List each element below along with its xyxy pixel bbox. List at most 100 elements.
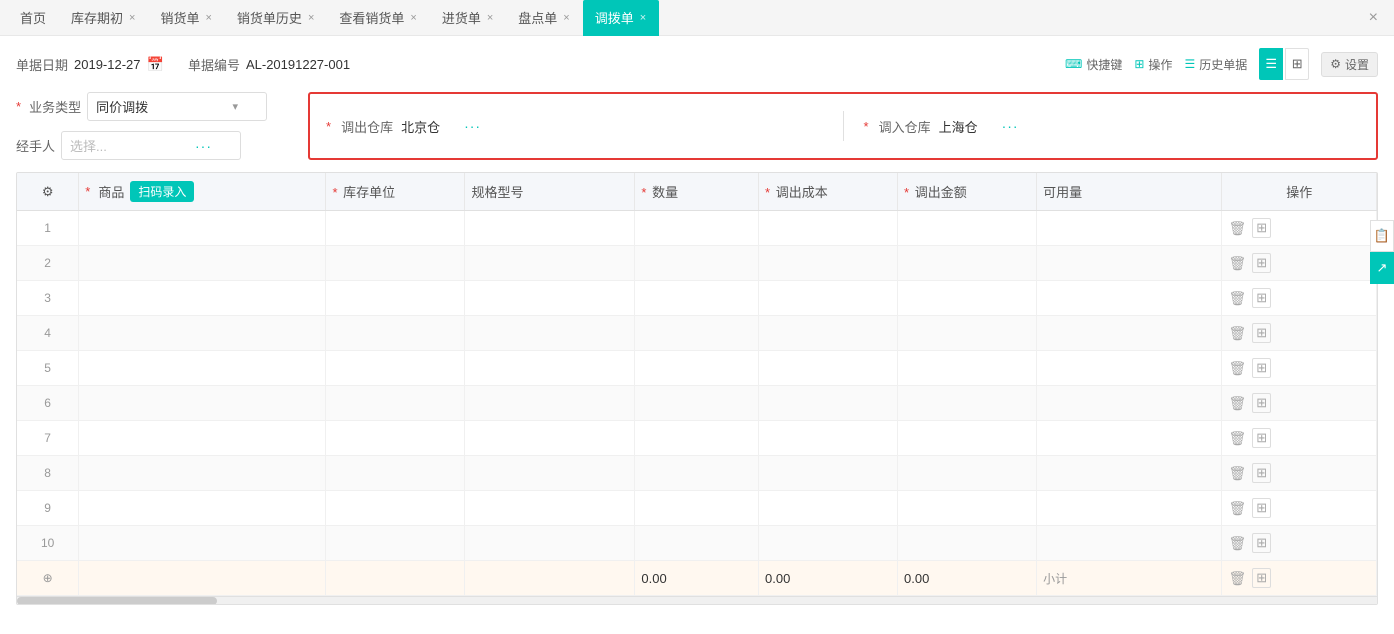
history-button[interactable]: ☰ 历史单据 xyxy=(1184,56,1247,73)
tab-home[interactable]: 首页 xyxy=(8,0,59,36)
external-float-button[interactable]: ↗ xyxy=(1370,252,1394,284)
delete-icon[interactable]: 🗑 xyxy=(1228,570,1246,587)
delete-icon[interactable]: 🗑 xyxy=(1228,535,1246,552)
row-product-6[interactable] xyxy=(79,386,326,421)
row-quantity-9[interactable] xyxy=(635,491,759,526)
tab-transfer[interactable]: 调拨单 × xyxy=(583,0,659,36)
copy-row-icon[interactable]: ⊞ xyxy=(1252,428,1271,448)
row-product-5[interactable] xyxy=(79,351,326,386)
row-cost-8[interactable] xyxy=(759,456,898,491)
tab-sales-history-close[interactable]: × xyxy=(308,12,314,24)
business-select[interactable]: 同价调拨 ▾ xyxy=(87,92,267,121)
row-amount-10[interactable] xyxy=(898,526,1037,561)
layout-grid-button[interactable]: ⊞ xyxy=(1285,48,1309,80)
delete-icon[interactable]: 🗑 xyxy=(1228,290,1246,307)
row-cost-4[interactable] xyxy=(759,316,898,351)
row-quantity-4[interactable] xyxy=(635,316,759,351)
row-product-7[interactable] xyxy=(79,421,326,456)
row-product-10[interactable] xyxy=(79,526,326,561)
copy-row-icon[interactable]: ⊞ xyxy=(1252,568,1271,588)
row-cost-5[interactable] xyxy=(759,351,898,386)
row-amount-11[interactable]: 0.00 xyxy=(898,561,1037,596)
row-quantity-1[interactable] xyxy=(635,211,759,246)
copy-row-icon[interactable]: ⊞ xyxy=(1252,463,1271,483)
row-quantity-2[interactable] xyxy=(635,246,759,281)
tab-inventory-init-close[interactable]: × xyxy=(129,12,135,24)
row-amount-4[interactable] xyxy=(898,316,1037,351)
delete-icon[interactable]: 🗑 xyxy=(1228,360,1246,377)
row-quantity-3[interactable] xyxy=(635,281,759,316)
row-amount-5[interactable] xyxy=(898,351,1037,386)
settings-button[interactable]: ⚙ 设置 xyxy=(1321,52,1378,77)
tab-sales-history[interactable]: 销货单历史 × xyxy=(225,0,327,36)
row-amount-2[interactable] xyxy=(898,246,1037,281)
row-product-3[interactable] xyxy=(79,281,326,316)
scrollbar-thumb[interactable] xyxy=(17,597,217,605)
delete-icon[interactable]: 🗑 xyxy=(1228,220,1246,237)
tab-sales-order-close[interactable]: × xyxy=(205,12,211,24)
row-cost-10[interactable] xyxy=(759,526,898,561)
calendar-icon[interactable]: 📅 xyxy=(147,56,164,73)
note-float-button[interactable]: 📋 xyxy=(1370,220,1394,252)
row-product-11[interactable] xyxy=(79,561,326,596)
copy-row-icon[interactable]: ⊞ xyxy=(1252,533,1271,553)
tab-stocktake-close[interactable]: × xyxy=(563,12,569,24)
row-quantity-8[interactable] xyxy=(635,456,759,491)
operation-button[interactable]: ⊞ 操作 xyxy=(1134,56,1172,73)
row-amount-3[interactable] xyxy=(898,281,1037,316)
tab-check-sales[interactable]: 查看销货单 × xyxy=(327,0,429,36)
row-cost-9[interactable] xyxy=(759,491,898,526)
tab-inventory-init[interactable]: 库存期初 × xyxy=(59,0,148,36)
out-warehouse-more-icon[interactable]: ··· xyxy=(464,118,481,134)
row-product-9[interactable] xyxy=(79,491,326,526)
row-quantity-5[interactable] xyxy=(635,351,759,386)
row-quantity-7[interactable] xyxy=(635,421,759,456)
row-cost-1[interactable] xyxy=(759,211,898,246)
row-product-8[interactable] xyxy=(79,456,326,491)
tab-sales-order[interactable]: 销货单 × xyxy=(148,0,224,36)
delete-icon[interactable]: 🗑 xyxy=(1228,325,1246,342)
horizontal-scrollbar[interactable] xyxy=(17,596,1377,604)
tab-stocktake[interactable]: 盘点单 × xyxy=(506,0,582,36)
scan-button[interactable]: 扫码录入 xyxy=(130,181,194,202)
row-amount-1[interactable] xyxy=(898,211,1037,246)
tab-purchase-order[interactable]: 进货单 × xyxy=(430,0,506,36)
row-amount-6[interactable] xyxy=(898,386,1037,421)
in-warehouse-more-icon[interactable]: ··· xyxy=(1002,118,1019,134)
copy-row-icon[interactable]: ⊞ xyxy=(1252,288,1271,308)
handler-more-icon[interactable]: ··· xyxy=(195,138,212,154)
row-cost-7[interactable] xyxy=(759,421,898,456)
copy-row-icon[interactable]: ⊞ xyxy=(1252,323,1271,343)
copy-row-icon[interactable]: ⊞ xyxy=(1252,253,1271,273)
copy-row-icon[interactable]: ⊞ xyxy=(1252,218,1271,238)
tab-purchase-order-close[interactable]: × xyxy=(487,12,493,24)
delete-icon[interactable]: 🗑 xyxy=(1228,395,1246,412)
delete-icon[interactable]: 🗑 xyxy=(1228,255,1246,272)
window-close-button[interactable]: × xyxy=(1361,9,1386,27)
row-quantity-6[interactable] xyxy=(635,386,759,421)
row-cost-2[interactable] xyxy=(759,246,898,281)
row-product-1[interactable] xyxy=(79,211,326,246)
row-amount-8[interactable] xyxy=(898,456,1037,491)
layout-list-button[interactable]: ☰ xyxy=(1259,48,1283,80)
row-product-2[interactable] xyxy=(79,246,326,281)
tab-transfer-close[interactable]: × xyxy=(640,12,646,24)
th-settings[interactable]: ⚙ xyxy=(17,173,79,211)
row-cost-3[interactable] xyxy=(759,281,898,316)
row-amount-7[interactable] xyxy=(898,421,1037,456)
delete-icon[interactable]: 🗑 xyxy=(1228,500,1246,517)
row-quantity-11[interactable]: 0.00 xyxy=(635,561,759,596)
delete-icon[interactable]: 🗑 xyxy=(1228,465,1246,482)
row-product-4[interactable] xyxy=(79,316,326,351)
copy-row-icon[interactable]: ⊞ xyxy=(1252,498,1271,518)
row-cost-6[interactable] xyxy=(759,386,898,421)
tab-check-sales-close[interactable]: × xyxy=(410,12,416,24)
handler-select[interactable]: 选择... ··· xyxy=(61,131,241,160)
delete-icon[interactable]: 🗑 xyxy=(1228,430,1246,447)
row-cost-11[interactable]: 0.00 xyxy=(759,561,898,596)
row-quantity-10[interactable] xyxy=(635,526,759,561)
shortcut-button[interactable]: ⌨ 快捷键 xyxy=(1065,56,1122,73)
copy-row-icon[interactable]: ⊞ xyxy=(1252,393,1271,413)
copy-row-icon[interactable]: ⊞ xyxy=(1252,358,1271,378)
row-amount-9[interactable] xyxy=(898,491,1037,526)
